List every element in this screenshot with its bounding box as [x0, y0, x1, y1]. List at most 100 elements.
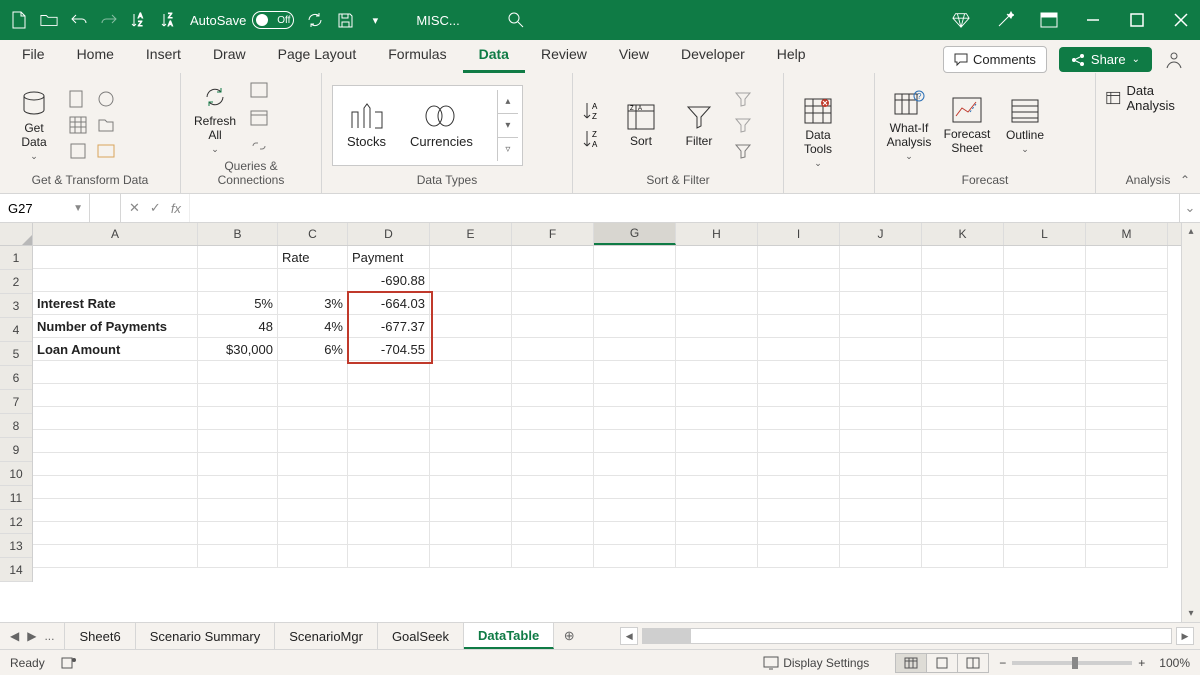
- column-header[interactable]: M: [1086, 223, 1168, 245]
- macro-record-icon[interactable]: [61, 656, 77, 670]
- cell[interactable]: [33, 407, 198, 430]
- cell[interactable]: [1004, 499, 1086, 522]
- cell[interactable]: [676, 453, 758, 476]
- cell[interactable]: 48: [198, 315, 278, 338]
- cell[interactable]: [198, 499, 278, 522]
- cell[interactable]: [1004, 246, 1086, 269]
- cell[interactable]: [1004, 338, 1086, 361]
- sort-az-icon[interactable]: AZ: [583, 100, 607, 122]
- gallery-down-icon[interactable]: ▾: [498, 114, 518, 138]
- cell[interactable]: [33, 476, 198, 499]
- cell[interactable]: [594, 246, 676, 269]
- cell[interactable]: [278, 453, 348, 476]
- diamond-icon[interactable]: [952, 11, 970, 29]
- column-header[interactable]: L: [1004, 223, 1086, 245]
- sort-desc-icon[interactable]: ZA: [160, 11, 178, 29]
- gallery-more-icon[interactable]: ▿: [498, 138, 518, 161]
- new-sheet-button[interactable]: ⊕: [554, 623, 584, 649]
- cell[interactable]: [676, 292, 758, 315]
- column-header[interactable]: A: [33, 223, 198, 245]
- cancel-formula-icon[interactable]: ✕: [129, 200, 140, 216]
- cell[interactable]: [594, 499, 676, 522]
- sheet-nav-next-icon[interactable]: ▶: [27, 629, 36, 643]
- cell[interactable]: [348, 522, 430, 545]
- search-icon[interactable]: [507, 11, 525, 29]
- page-layout-view-button[interactable]: [927, 653, 958, 673]
- cell[interactable]: [1086, 338, 1168, 361]
- tab-insert[interactable]: Insert: [130, 38, 197, 73]
- cell[interactable]: [1086, 292, 1168, 315]
- cell[interactable]: [840, 315, 922, 338]
- select-all-corner[interactable]: [0, 223, 33, 246]
- chevron-down-icon[interactable]: ▼: [73, 203, 83, 214]
- cell[interactable]: [348, 453, 430, 476]
- column-header[interactable]: D: [348, 223, 430, 245]
- cell[interactable]: [922, 269, 1004, 292]
- cell[interactable]: [278, 384, 348, 407]
- cell[interactable]: [758, 384, 840, 407]
- tab-page-layout[interactable]: Page Layout: [262, 38, 373, 73]
- row-header[interactable]: 2: [0, 270, 32, 294]
- horizontal-scrollbar[interactable]: ◀ ▶: [614, 623, 1200, 649]
- cell[interactable]: [922, 315, 1004, 338]
- cell[interactable]: [430, 292, 512, 315]
- data-types-gallery[interactable]: Stocks Currencies ▴▾▿: [332, 85, 523, 166]
- cell[interactable]: [758, 361, 840, 384]
- row-header[interactable]: 13: [0, 534, 32, 558]
- row-header[interactable]: 14: [0, 558, 32, 582]
- cell[interactable]: Loan Amount: [33, 338, 198, 361]
- column-header[interactable]: B: [198, 223, 278, 245]
- cell[interactable]: [512, 338, 594, 361]
- cell[interactable]: [922, 292, 1004, 315]
- zoom-slider[interactable]: [1012, 661, 1132, 665]
- sheet-tab[interactable]: GoalSeek: [378, 623, 464, 649]
- column-header[interactable]: I: [758, 223, 840, 245]
- display-settings-button[interactable]: Display Settings: [763, 656, 869, 670]
- cell[interactable]: [198, 522, 278, 545]
- tab-formulas[interactable]: Formulas: [372, 38, 462, 73]
- sort-za-icon[interactable]: ZA: [583, 128, 607, 150]
- row-header[interactable]: 6: [0, 366, 32, 390]
- cell[interactable]: [840, 453, 922, 476]
- cell[interactable]: [840, 361, 922, 384]
- cell[interactable]: [758, 246, 840, 269]
- cell[interactable]: [840, 269, 922, 292]
- cell[interactable]: [922, 545, 1004, 568]
- advanced-filter-icon[interactable]: [733, 141, 753, 161]
- cell[interactable]: [1004, 453, 1086, 476]
- zoom-in-button[interactable]: +: [1138, 656, 1145, 670]
- cell[interactable]: [33, 384, 198, 407]
- row-header[interactable]: 8: [0, 414, 32, 438]
- row-header[interactable]: 3: [0, 294, 32, 318]
- cell[interactable]: Rate: [278, 246, 348, 269]
- new-file-icon[interactable]: [10, 11, 28, 29]
- cell[interactable]: [33, 522, 198, 545]
- cell[interactable]: [33, 545, 198, 568]
- cell[interactable]: [198, 407, 278, 430]
- cell[interactable]: [33, 361, 198, 384]
- sync-icon[interactable]: [306, 11, 324, 29]
- cell[interactable]: [348, 499, 430, 522]
- tab-file[interactable]: File: [6, 38, 61, 73]
- autosave-toggle[interactable]: AutoSave Off: [190, 11, 294, 29]
- cell[interactable]: -690.88: [348, 269, 430, 292]
- cell[interactable]: [33, 453, 198, 476]
- cell[interactable]: [278, 499, 348, 522]
- cell[interactable]: [33, 269, 198, 292]
- tab-home[interactable]: Home: [61, 38, 130, 73]
- sheet-tab[interactable]: DataTable: [464, 623, 554, 649]
- cell[interactable]: [676, 430, 758, 453]
- column-header[interactable]: F: [512, 223, 594, 245]
- gallery-up-icon[interactable]: ▴: [498, 90, 518, 114]
- cell[interactable]: [430, 269, 512, 292]
- cell[interactable]: [1004, 522, 1086, 545]
- maximize-icon[interactable]: [1128, 11, 1146, 29]
- cell[interactable]: [278, 269, 348, 292]
- cell[interactable]: [278, 476, 348, 499]
- cell[interactable]: [676, 246, 758, 269]
- cell[interactable]: [676, 499, 758, 522]
- sort-button[interactable]: ZA Sort: [617, 101, 665, 149]
- cell[interactable]: [1086, 430, 1168, 453]
- cell[interactable]: [1086, 476, 1168, 499]
- cell[interactable]: [512, 269, 594, 292]
